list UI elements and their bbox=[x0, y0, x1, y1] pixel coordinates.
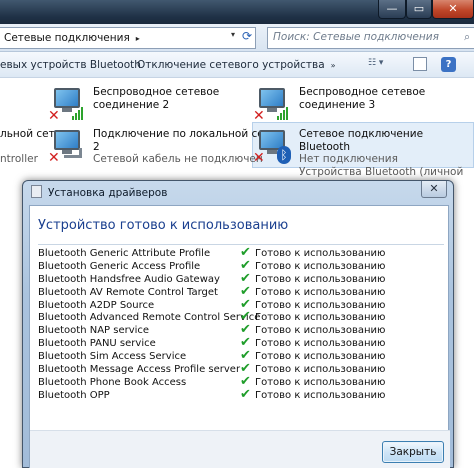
connection-name-line2: соединение 3 bbox=[299, 98, 376, 111]
disconnect-device-command[interactable]: Отключение сетевого устройства » bbox=[137, 59, 336, 71]
address-bar-row: Сетевые подключения ▸ ▾ ⟳ Поиск: Сетевые… bbox=[0, 24, 474, 52]
dialog-heading: Устройство готово к использованию bbox=[38, 218, 289, 233]
device-status: Готово к использованию bbox=[255, 364, 386, 376]
connection-name-line2: 2 bbox=[93, 140, 100, 153]
device-name: Bluetooth Generic Access Profile bbox=[38, 260, 201, 272]
connection-status: Сетевой кабель не подключен bbox=[93, 153, 263, 165]
maximize-button[interactable]: ▭ bbox=[406, 0, 432, 19]
device-list: Bluetooth Generic Attribute Profile ✔ Гото… bbox=[38, 246, 444, 403]
device-name: Bluetooth Handsfree Audio Gateway bbox=[38, 273, 220, 285]
connection-name: Беспроводное сетевое bbox=[93, 86, 220, 98]
device-status: Готово к использованию bbox=[255, 248, 386, 259]
bluetooth-adapter-icon: ✕ ᛒ bbox=[253, 128, 291, 166]
device-status: Готово к использованию bbox=[255, 351, 386, 363]
device-status: Готово к использованию bbox=[255, 338, 386, 350]
dialog-title: Установка драйверов bbox=[31, 185, 167, 199]
command-bar: евых устройств Bluetooth Отключение сете… bbox=[0, 52, 474, 78]
wireless-adapter-icon: ✕ bbox=[253, 86, 291, 124]
device-name: Bluetooth Generic Attribute Profile bbox=[38, 248, 211, 259]
device-name: Bluetooth PANU service bbox=[38, 338, 156, 350]
connection-name: Подключение по локальной сети bbox=[93, 128, 277, 140]
device-name: Bluetooth AV Remote Control Target bbox=[38, 286, 218, 298]
device-name: Bluetooth A2DP Source bbox=[38, 299, 155, 311]
dialog-footer: Закрыть bbox=[30, 430, 450, 468]
driver-installation-dialog: Установка драйверов ✕ Устройство готово … bbox=[22, 180, 454, 468]
dialog-title-text: Установка драйверов bbox=[48, 187, 168, 199]
breadcrumb-separator-icon[interactable]: ▸ bbox=[136, 34, 140, 43]
help-icon[interactable]: ? bbox=[441, 57, 456, 72]
device-name: Bluetooth Sim Access Service bbox=[38, 351, 187, 363]
device-name: Bluetooth Phone Book Access bbox=[38, 376, 187, 388]
close-button[interactable]: Закрыть bbox=[382, 441, 444, 463]
wireless-adapter-icon: ✕ bbox=[48, 86, 86, 124]
chevron-right-icon: » bbox=[330, 60, 336, 70]
dialog-body: Устройство готово к использованию Blueto… bbox=[29, 205, 450, 468]
device-name: Bluetooth Message Access Profile server bbox=[38, 364, 241, 376]
installer-icon bbox=[31, 185, 42, 198]
device-status: Готово к использованию bbox=[255, 389, 386, 401]
network-cable-icon: ✕ bbox=[48, 128, 86, 166]
device-status: Готово к использованию bbox=[255, 312, 386, 324]
connection-name: Сетевое подключение Bluetooth bbox=[299, 128, 424, 153]
search-placeholder: Поиск: Сетевые подключения bbox=[273, 31, 439, 43]
device-name: Bluetooth NAP service bbox=[38, 325, 150, 337]
search-input[interactable]: Поиск: Сетевые подключения ⌕ bbox=[267, 27, 474, 49]
connection-name: Беспроводное сетевое bbox=[299, 86, 426, 98]
connection-substatus: Нет подключения bbox=[299, 153, 398, 165]
device-status: Готово к использованию bbox=[255, 325, 386, 337]
preview-pane-icon[interactable] bbox=[413, 57, 427, 71]
device-name: Bluetooth OPP bbox=[38, 389, 110, 401]
disconnect-device-label: Отключение сетевого устройства bbox=[137, 58, 325, 71]
window-titlebar: — ▭ ✕ bbox=[0, 0, 474, 24]
device-status: Готово к использованию bbox=[255, 260, 386, 272]
bluetooth-devices-command[interactable]: евых устройств Bluetooth bbox=[0, 59, 141, 71]
device-status: Готово к использованию bbox=[255, 286, 386, 298]
list-item: Bluetooth OPP ✔ Готово к использованию bbox=[38, 386, 444, 403]
list-item[interactable]: Беспроводное сетевое соединение 3 bbox=[299, 86, 425, 111]
dialog-close-button[interactable]: ✕ bbox=[421, 181, 447, 198]
list-item[interactable]: Подключение по локальной сети 2 Сетевой … bbox=[93, 128, 277, 166]
device-status: Готово к использованию bbox=[255, 299, 386, 311]
change-view-icon[interactable]: ☷ ▾ bbox=[368, 58, 390, 72]
close-window-button[interactable]: ✕ bbox=[432, 0, 474, 19]
checkmark-icon: ✔ bbox=[240, 386, 251, 402]
device-name: Bluetooth Advanced Remote Control Servic… bbox=[38, 312, 261, 324]
address-bar[interactable]: Сетевые подключения ▸ ▾ ⟳ bbox=[0, 27, 256, 49]
device-status: Готово к использованию bbox=[255, 376, 386, 388]
refresh-icon[interactable]: ⟳ bbox=[242, 29, 252, 43]
address-dropdown-icon[interactable]: ▾ bbox=[231, 30, 235, 39]
device-status: Готово к использованию bbox=[255, 273, 386, 285]
list-item[interactable]: Беспроводное сетевое соединение 2 bbox=[93, 86, 219, 111]
connection-name-line2: соединение 2 bbox=[93, 98, 170, 111]
minimize-button[interactable]: — bbox=[378, 0, 406, 19]
breadcrumb[interactable]: Сетевые подключения bbox=[4, 32, 130, 44]
search-icon[interactable]: ⌕ bbox=[464, 31, 470, 44]
